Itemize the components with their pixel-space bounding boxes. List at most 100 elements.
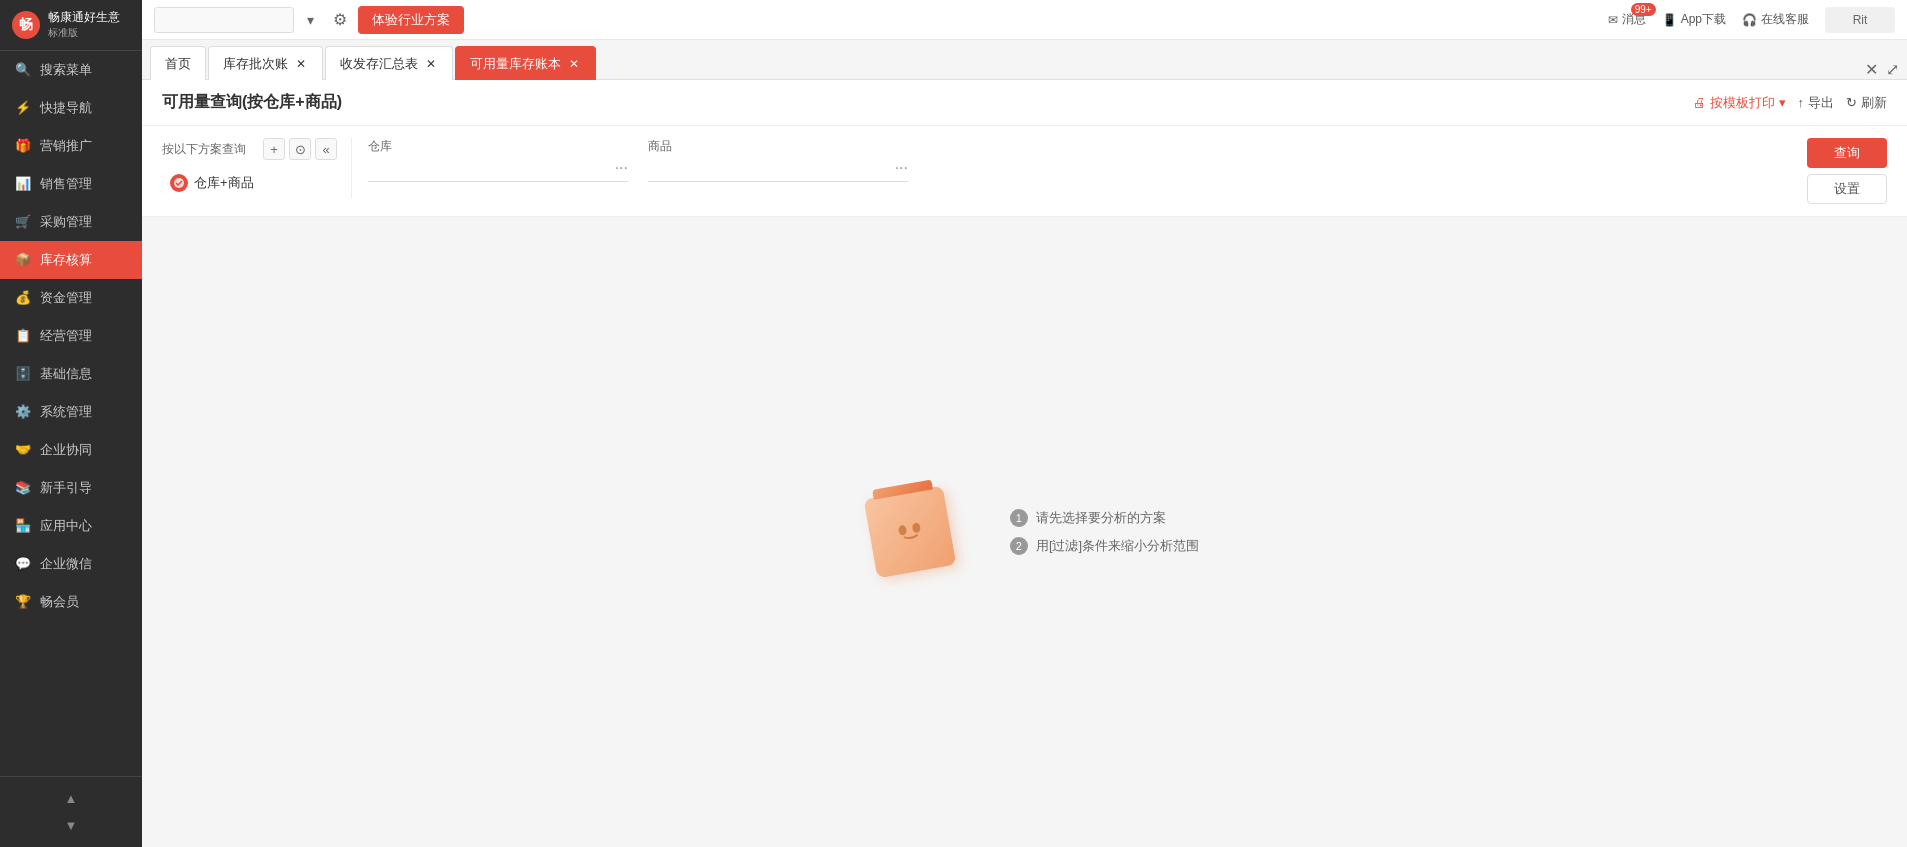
tab-bar-right: ✕ ⤢: [1865, 60, 1899, 79]
sidebar-item-label: 快捷导航: [40, 99, 92, 117]
sidebar-item-label: 基础信息: [40, 365, 92, 383]
header-dropdown-btn[interactable]: ▾: [298, 8, 322, 32]
app-badge: 标准版: [48, 26, 120, 40]
tab-batch[interactable]: 库存批次账 ✕: [208, 46, 323, 80]
sidebar-item-search[interactable]: 🔍 搜索菜单: [0, 51, 142, 89]
gear-icon: ⚙️: [14, 403, 32, 421]
sidebar-item-marketing[interactable]: 🎁 营销推广: [0, 127, 142, 165]
sidebar-item-label: 经营管理: [40, 327, 92, 345]
logo-icon: 畅: [12, 11, 40, 39]
scheme-item-warehouse-product[interactable]: 仓库+商品: [162, 168, 337, 198]
main-area: ▾ ⚙ 体验行业方案 ✉ 消息 99+ 📱 App下载 🎧 在线客服 Rit: [142, 0, 1907, 847]
sidebar-item-member[interactable]: 🏆 畅会员: [0, 583, 142, 621]
sidebar-logo: 畅 畅康通好生意 标准版: [0, 0, 142, 51]
sidebar-bottom: ▲ ▼: [0, 776, 142, 847]
sidebar-item-purchase[interactable]: 🛒 采购管理: [0, 203, 142, 241]
print-label: 按模板打印: [1710, 94, 1775, 112]
sidebar-item-label: 营销推广: [40, 137, 92, 155]
money-icon: 💰: [14, 289, 32, 307]
message-btn[interactable]: ✉ 消息 99+: [1608, 11, 1646, 28]
empty-hint-2: 2 用[过滤]条件来缩小分析范围: [1010, 537, 1199, 555]
page-title-bar: 可用量查询(按仓库+商品) 🖨 按模板打印 ▾ ↑ 导出 ↻ 刷新: [142, 80, 1907, 126]
empty-illustration: [850, 472, 970, 592]
sidebar-item-label: 系统管理: [40, 403, 92, 421]
refresh-btn[interactable]: ↻ 刷新: [1846, 94, 1887, 112]
empty-box-face: [887, 511, 933, 553]
tab-home[interactable]: 首页: [150, 46, 206, 80]
sidebar-item-wechat[interactable]: 💬 企业微信: [0, 545, 142, 583]
book-icon: 📚: [14, 479, 32, 497]
header-search-input[interactable]: [154, 7, 294, 33]
wechat-icon: 💬: [14, 555, 32, 573]
sidebar-item-label: 畅会员: [40, 593, 79, 611]
filter-field-warehouse: 仓库 ···: [368, 138, 628, 182]
store-icon: 🏪: [14, 517, 32, 535]
box-icon: 📦: [14, 251, 32, 269]
tab-available-label: 可用量库存账本: [470, 55, 561, 73]
tab-expand-btn[interactable]: ⤢: [1886, 60, 1899, 79]
scroll-down-btn[interactable]: ▼: [0, 812, 142, 839]
sidebar-nav: 🔍 搜索菜单 ⚡ 快捷导航 🎁 营销推广 📊 销售管理 🛒 采购管理 📦 库存核…: [0, 51, 142, 776]
sidebar-item-appstore[interactable]: 🏪 应用中心: [0, 507, 142, 545]
sidebar-item-basic[interactable]: 🗄️ 基础信息: [0, 355, 142, 393]
tab-home-label: 首页: [165, 55, 191, 73]
header-right: ✉ 消息 99+ 📱 App下载 🎧 在线客服 Rit: [1608, 7, 1895, 33]
sidebar-item-enterprise[interactable]: 🤝 企业协同: [0, 431, 142, 469]
page-title-actions: 🖨 按模板打印 ▾ ↑ 导出 ↻ 刷新: [1693, 94, 1888, 112]
export-icon: ↑: [1798, 95, 1805, 110]
warehouse-input-wrapper: ···: [368, 159, 628, 182]
product-more-btn[interactable]: ···: [895, 159, 908, 177]
scheme-collapse-btn[interactable]: «: [315, 138, 337, 160]
print-btn[interactable]: 🖨 按模板打印 ▾: [1693, 94, 1786, 112]
tab-summary[interactable]: 收发存汇总表 ✕: [325, 46, 453, 80]
scheme-label: 按以下方案查询: [162, 141, 246, 158]
filter-field-product: 商品 ···: [648, 138, 908, 182]
handshake-icon: 🤝: [14, 441, 32, 459]
scroll-up-btn[interactable]: ▲: [0, 785, 142, 812]
sidebar-item-system[interactable]: ⚙️ 系统管理: [0, 393, 142, 431]
sidebar-item-sales[interactable]: 📊 销售管理: [0, 165, 142, 203]
scheme-settings-btn[interactable]: ⊙: [289, 138, 311, 160]
customer-service-btn[interactable]: 🎧 在线客服: [1742, 11, 1809, 28]
sidebar-item-label: 搜索菜单: [40, 61, 92, 79]
sidebar-item-label: 企业微信: [40, 555, 92, 573]
empty-hint-1-text: 请先选择要分析的方案: [1036, 509, 1166, 527]
warehouse-input[interactable]: [368, 161, 615, 176]
tab-batch-close[interactable]: ✕: [294, 57, 308, 71]
warehouse-field-label: 仓库: [368, 138, 628, 155]
settings-btn[interactable]: 设置: [1807, 174, 1887, 204]
sidebar-item-shortcut[interactable]: ⚡ 快捷导航: [0, 89, 142, 127]
header-settings-btn[interactable]: ⚙: [326, 6, 354, 34]
filter-scheme-header: 按以下方案查询 + ⊙ «: [162, 138, 337, 160]
header-search-area: ▾ ⚙ 体验行业方案: [154, 6, 1600, 34]
tab-close-all-btn[interactable]: ✕: [1865, 60, 1878, 79]
scheme-add-btn[interactable]: +: [263, 138, 285, 160]
sidebar-item-label: 企业协同: [40, 441, 92, 459]
search-icon: 🔍: [14, 61, 32, 79]
query-btn[interactable]: 查询: [1807, 138, 1887, 168]
filter-scheme-panel: 按以下方案查询 + ⊙ « 仓库+商品: [162, 138, 352, 198]
headset-icon: 🎧: [1742, 13, 1757, 27]
tab-summary-close[interactable]: ✕: [424, 57, 438, 71]
export-btn[interactable]: ↑ 导出: [1798, 94, 1835, 112]
sidebar-item-operation[interactable]: 📋 经营管理: [0, 317, 142, 355]
tab-available-close[interactable]: ✕: [567, 57, 581, 71]
sidebar-item-inventory[interactable]: 📦 库存核算: [0, 241, 142, 279]
product-input[interactable]: [648, 161, 895, 176]
printer-icon: 🖨: [1693, 95, 1706, 110]
sidebar-item-newbie[interactable]: 📚 新手引导: [0, 469, 142, 507]
user-avatar[interactable]: Rit: [1825, 7, 1895, 33]
tab-batch-label: 库存批次账: [223, 55, 288, 73]
tab-available[interactable]: 可用量库存账本 ✕: [455, 46, 596, 80]
industry-btn[interactable]: 体验行业方案: [358, 6, 464, 34]
empty-hints: 1 请先选择要分析的方案 2 用[过滤]条件来缩小分析范围: [1010, 509, 1199, 555]
warehouse-more-btn[interactable]: ···: [615, 159, 628, 177]
chart-icon: 📊: [14, 175, 32, 193]
hint-number-1: 1: [1010, 509, 1028, 527]
tab-summary-label: 收发存汇总表: [340, 55, 418, 73]
app-download-btn[interactable]: 📱 App下载: [1662, 11, 1726, 28]
filter-area: 按以下方案查询 + ⊙ « 仓库+商品: [142, 126, 1907, 217]
svg-point-1: [898, 525, 908, 536]
sidebar-item-finance[interactable]: 💰 资金管理: [0, 279, 142, 317]
mobile-icon: 📱: [1662, 13, 1677, 27]
